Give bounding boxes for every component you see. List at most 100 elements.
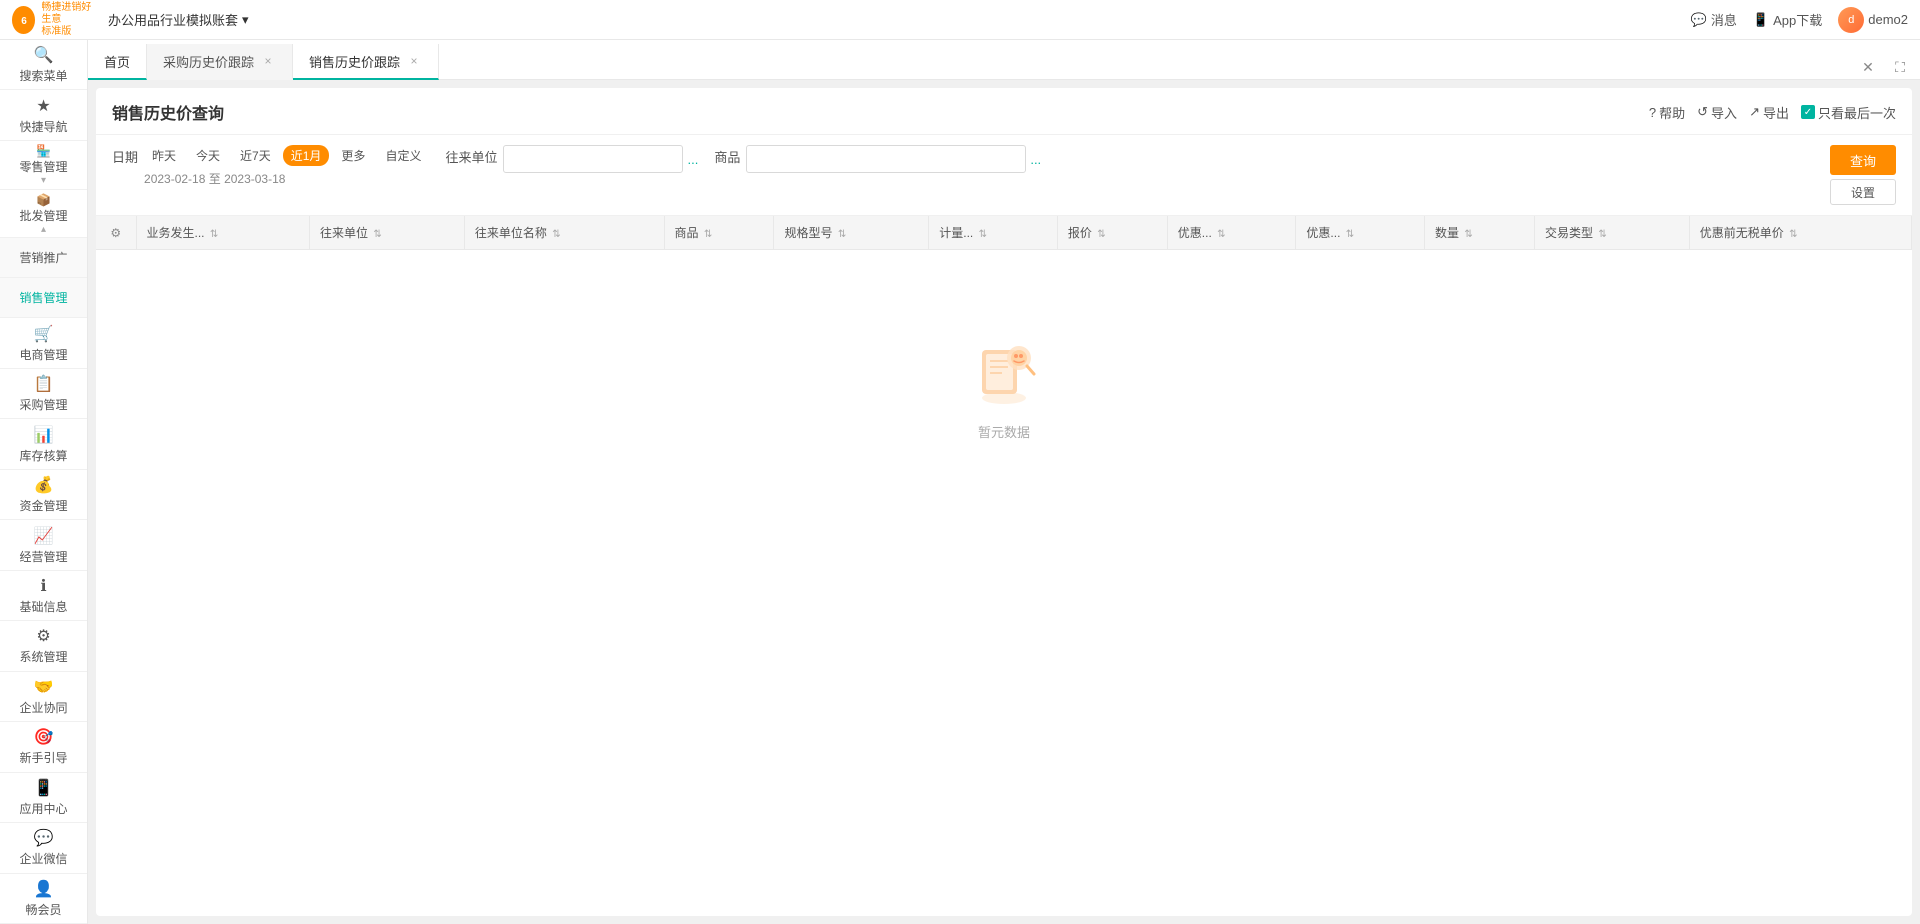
trending-icon: 📈 — [34, 526, 54, 546]
sort-icon-trade-type: ⇅ — [1598, 229, 1606, 240]
only-last-checkbox[interactable]: ✓ 只看最后一次 — [1801, 103, 1896, 122]
phone-icon: 📱 — [1753, 12, 1769, 28]
empty-icon — [964, 330, 1044, 410]
counterparty-filter-group: 往来单位 ... — [445, 145, 698, 173]
tab-sales-history[interactable]: 销售历史价跟踪 × — [293, 44, 439, 80]
chart-icon: 📊 — [34, 425, 54, 445]
tab-purchase-history[interactable]: 采购历史价跟踪 × — [147, 44, 293, 80]
date-opt-custom[interactable]: 自定义 — [377, 145, 429, 166]
counterparty-dots[interactable]: ... — [687, 152, 698, 167]
col-quantity[interactable]: 数量 ⇅ — [1425, 216, 1535, 250]
content-area: 首页 采购历史价跟踪 × 销售历史价跟踪 × ✕ ⛶ 销售历史价查询 — [88, 40, 1920, 924]
help-btn[interactable]: ? 帮助 — [1649, 103, 1685, 122]
sidebar-item-operations[interactable]: 📈 经营管理 — [0, 520, 87, 570]
date-filter-values: 昨天 今天 近7天 近1月 更多 自定义 2023-02-18 至 2023-0… — [144, 145, 429, 187]
app-selector[interactable]: 办公用品行业模拟账套 ▾ — [108, 10, 249, 29]
product-label: 商品 — [714, 145, 740, 166]
product-dots[interactable]: ... — [1030, 152, 1041, 167]
col-trade-type[interactable]: 交易类型 ⇅ — [1534, 216, 1689, 250]
sort-icon-spec: ⇅ — [838, 229, 846, 240]
tab-bar: 首页 采购历史价跟踪 × 销售历史价跟踪 × ✕ ⛶ — [88, 40, 1920, 80]
sidebar-item-retail-mgmt[interactable]: 🏪 零售管理 ▾ — [0, 141, 87, 190]
date-opt-7days[interactable]: 近7天 — [232, 145, 279, 166]
header-right: 💬 消息 📱 App下载 d demo2 — [1691, 7, 1908, 33]
gear-icon: ⚙ — [36, 626, 50, 646]
sidebar-item-basic-info[interactable]: ℹ 基础信息 — [0, 571, 87, 621]
sidebar-item-quick-nav[interactable]: ★ 快捷导航 — [0, 90, 87, 140]
avatar: d — [1838, 7, 1864, 33]
export-btn[interactable]: ↗ 导出 — [1749, 103, 1789, 122]
sidebar-item-enterprise[interactable]: 🤝 企业协同 — [0, 672, 87, 722]
filter-actions: 查询 设置 — [1830, 145, 1896, 205]
date-opt-more[interactable]: 更多 — [333, 145, 373, 166]
table-header: ⚙ 业务发生... ⇅ 往来单位 ⇅ 往来单位名称 ⇅ — [96, 216, 1912, 250]
sidebar-item-guide[interactable]: 🎯 新手引导 — [0, 722, 87, 772]
tab-home[interactable]: 首页 — [88, 44, 147, 80]
date-range-display: 2023-02-18 至 2023-03-18 — [144, 170, 429, 187]
sort-icon-discount2: ⇅ — [1346, 229, 1354, 240]
page-header: 销售历史价查询 ? 帮助 ↺ 导入 ↗ 导出 ✓ — [96, 88, 1912, 135]
date-opt-1month[interactable]: 近1月 — [283, 145, 330, 166]
col-product[interactable]: 商品 ⇅ — [664, 216, 774, 250]
table-header-row: ⚙ 业务发生... ⇅ 往来单位 ⇅ 往来单位名称 ⇅ — [96, 216, 1912, 250]
sidebar-item-member[interactable]: 👤 畅会员 — [0, 874, 87, 924]
sidebar-item-enterprise-wechat[interactable]: 💬 企业微信 — [0, 823, 87, 873]
query-button[interactable]: 查询 — [1830, 145, 1896, 175]
import-icon: ↺ — [1697, 104, 1708, 120]
counterparty-input[interactable] — [503, 145, 683, 173]
table-container: ⚙ 业务发生... ⇅ 往来单位 ⇅ 往来单位名称 ⇅ — [96, 216, 1912, 916]
export-icon: ↗ — [1749, 104, 1760, 120]
col-counterparty-name[interactable]: 往来单位名称 ⇅ — [464, 216, 664, 250]
person-icon: 👤 — [34, 879, 54, 899]
sort-icon-unit: ⇅ — [979, 229, 987, 240]
page-content: 销售历史价查询 ? 帮助 ↺ 导入 ↗ 导出 ✓ — [96, 88, 1912, 916]
user-area[interactable]: d demo2 — [1838, 7, 1908, 33]
sidebar-item-wholesale-mgmt[interactable]: 📦 批发管理 ▴ — [0, 190, 87, 239]
sidebar-item-app-center[interactable]: 📱 应用中心 — [0, 773, 87, 823]
tab-close-purchase[interactable]: × — [260, 53, 276, 69]
product-filter-group: 商品 ... — [714, 145, 1041, 173]
col-counterparty-code[interactable]: 往来单位 ⇅ — [310, 216, 465, 250]
date-opt-yesterday[interactable]: 昨天 — [144, 145, 184, 166]
filter-area: 日期 昨天 今天 近7天 近1月 更多 自定义 2023-02-18 至 202… — [96, 135, 1912, 216]
message-btn[interactable]: 💬 消息 — [1691, 10, 1737, 29]
empty-text: 暂元数据 — [978, 422, 1030, 441]
col-spec[interactable]: 规格型号 ⇅ — [774, 216, 929, 250]
tab-close-sales[interactable]: × — [406, 53, 422, 69]
sidebar-item-purchase-mgmt[interactable]: 📋 采购管理 — [0, 369, 87, 419]
target-icon: 🎯 — [34, 727, 54, 747]
sidebar-item-system[interactable]: ⚙ 系统管理 — [0, 621, 87, 671]
import-btn[interactable]: ↺ 导入 — [1697, 103, 1737, 122]
sidebar-item-ecommerce[interactable]: 🛒 电商管理 — [0, 318, 87, 368]
date-filter-group: 日期 昨天 今天 近7天 近1月 更多 自定义 2023-02-18 至 202… — [112, 145, 429, 187]
sidebar-item-search-menu[interactable]: 🔍 搜索菜单 — [0, 40, 87, 90]
col-unit[interactable]: 计量... ⇅ — [929, 216, 1058, 250]
col-pretax-price[interactable]: 优惠前无税单价 ⇅ — [1689, 216, 1911, 250]
store-icon: 🏪 — [36, 144, 51, 158]
date-opt-today[interactable]: 今天 — [188, 145, 228, 166]
sidebar-item-sales-mgmt[interactable]: 销售管理 — [0, 278, 87, 318]
page-title: 销售历史价查询 — [112, 100, 224, 124]
star-icon: ★ — [36, 96, 50, 116]
fullscreen-btn[interactable]: ⛶ — [1888, 55, 1912, 79]
col-discount1[interactable]: 优惠... ⇅ — [1167, 216, 1296, 250]
sidebar-item-finance[interactable]: 💰 资金管理 — [0, 470, 87, 520]
mobile-icon: 📱 — [34, 778, 54, 798]
sort-icon-counterparty-code: ⇅ — [373, 229, 381, 240]
col-discount2[interactable]: 优惠... ⇅ — [1296, 216, 1425, 250]
sort-icon-pretax-price: ⇅ — [1789, 229, 1797, 240]
product-input[interactable] — [746, 145, 1026, 173]
product-input-group: ... — [746, 145, 1041, 173]
sidebar-item-inventory[interactable]: 📊 库存核算 — [0, 419, 87, 469]
sidebar-item-marketing[interactable]: 营销推广 — [0, 238, 87, 278]
collapse-icon: ▴ — [41, 224, 46, 235]
logo-area: 6 畅捷进销好生意 标准版 — [12, 2, 100, 38]
settings-button[interactable]: 设置 — [1830, 179, 1896, 205]
checkbox-icon: ✓ — [1801, 105, 1815, 119]
app-download-btn[interactable]: 📱 App下载 — [1753, 10, 1822, 29]
col-settings[interactable]: ⚙ — [96, 216, 136, 250]
sort-icon-quoted-price: ⇅ — [1097, 229, 1105, 240]
col-quoted-price[interactable]: 报价 ⇅ — [1057, 216, 1167, 250]
col-business-date[interactable]: 业务发生... ⇅ — [136, 216, 310, 250]
close-tab-btn[interactable]: ✕ — [1856, 55, 1880, 79]
